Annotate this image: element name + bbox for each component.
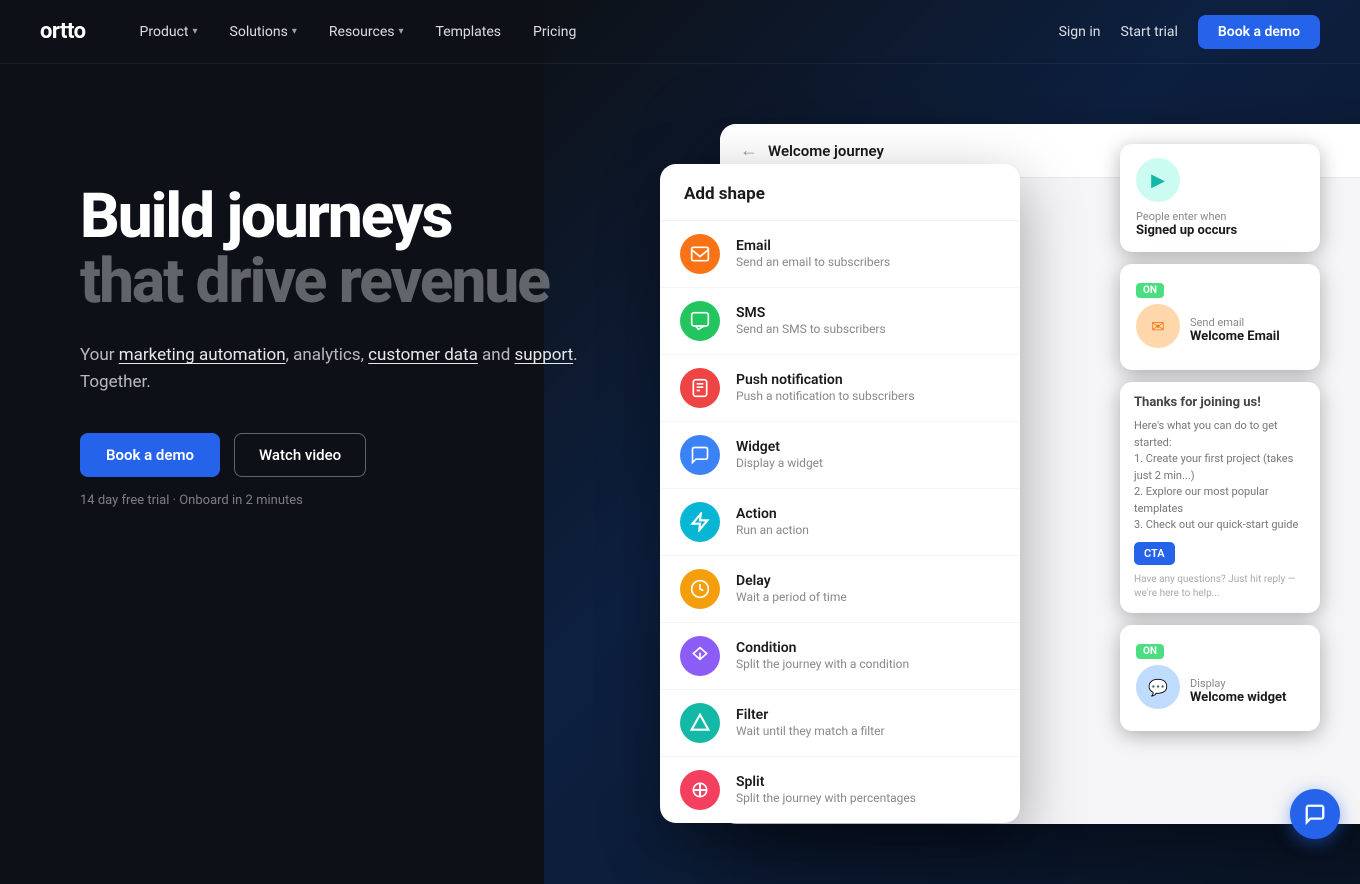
trigger-label: People enter when (1136, 210, 1304, 223)
shape-item-split[interactable]: Split Split the journey with percentages (660, 757, 1020, 823)
add-shape-panel: Add shape Email Send an email to subscri… (660, 164, 1020, 823)
email-preview-cta: CTA (1134, 542, 1175, 565)
shape-text-push: Push notification Push a notification to… (736, 372, 915, 404)
hero-ctas: Book a demo Watch video (80, 433, 620, 477)
filter-shape-icon (680, 703, 720, 743)
main-content: Build journeys that drive revenue Your m… (0, 64, 1360, 884)
shape-item-filter[interactable]: Filter Wait until they match a filter (660, 690, 1020, 757)
delay-shape-icon (680, 569, 720, 609)
customer-data-link[interactable]: customer data (368, 345, 478, 365)
start-trial-button[interactable]: Start trial (1120, 24, 1177, 40)
shape-text-sms: SMS Send an SMS to subscribers (736, 305, 886, 337)
support-link[interactable]: support (515, 345, 574, 365)
email-preview-body: Here's what you can do to get started: 1… (1134, 418, 1306, 534)
display-widget-label: Display (1190, 677, 1286, 690)
email-shape-icon (680, 234, 720, 274)
chat-bubble[interactable] (1290, 789, 1340, 839)
nav-pricing[interactable]: Pricing (519, 18, 590, 46)
journey-cards: ▶ People enter when Signed up occurs ON … (1120, 144, 1320, 731)
action-shape-icon (680, 502, 720, 542)
sms-shape-icon (680, 301, 720, 341)
hero-title-light: that drive revenue (80, 249, 620, 314)
marketing-automation-link[interactable]: marketing automation (119, 345, 286, 365)
on-badge-2: ON (1136, 644, 1164, 659)
shape-item-sms[interactable]: SMS Send an SMS to subscribers (660, 288, 1020, 355)
send-email-card: ON ✉ Send email Welcome Email (1120, 264, 1320, 370)
shape-item-delay[interactable]: Delay Wait a period of time (660, 556, 1020, 623)
nav-solutions[interactable]: Solutions ▾ (216, 18, 311, 46)
logo: ortto (40, 19, 86, 44)
add-shape-header: Add shape (660, 164, 1020, 221)
shape-text-filter: Filter Wait until they match a filter (736, 707, 885, 739)
shape-item-push[interactable]: Push notification Push a notification to… (660, 355, 1020, 422)
hero-title-bold: Build journeys (80, 184, 620, 249)
shape-text-email: Email Send an email to subscribers (736, 238, 890, 270)
nav-product[interactable]: Product ▾ (126, 18, 212, 46)
hero-section: Build journeys that drive revenue Your m… (80, 144, 620, 508)
shape-item-action[interactable]: Action Run an action (660, 489, 1020, 556)
send-email-value: Welcome Email (1190, 329, 1280, 344)
hero-badge: 14 day free trial · Onboard in 2 minutes (80, 493, 620, 508)
email-preview-footer: Have any questions? Just hit reply — we'… (1134, 573, 1306, 601)
on-badge: ON (1136, 283, 1164, 298)
nav-resources[interactable]: Resources ▾ (315, 18, 418, 46)
shape-text-action: Action Run an action (736, 506, 809, 538)
ui-preview: ← Welcome journey ▶ People enter when Si… (660, 124, 1320, 884)
email-preview-card: Thanks for joining us! Here's what you c… (1120, 382, 1320, 613)
book-demo-nav-button[interactable]: Book a demo (1198, 15, 1320, 49)
chevron-down-icon: ▾ (192, 26, 197, 37)
display-widget-card: ON 💬 Display Welcome widget (1120, 625, 1320, 731)
watch-video-button[interactable]: Watch video (234, 433, 366, 477)
send-email-label: Send email (1190, 316, 1280, 329)
nav-right: Sign in Start trial Book a demo (1059, 15, 1320, 49)
display-widget-value: Welcome widget (1190, 690, 1286, 705)
widget-icon: 💬 (1136, 665, 1180, 709)
hero-subtitle: Your marketing automation, analytics, cu… (80, 342, 620, 396)
shape-text-delay: Delay Wait a period of time (736, 573, 847, 605)
email-preview-title: Thanks for joining us! (1134, 394, 1306, 412)
signin-button[interactable]: Sign in (1059, 24, 1101, 40)
nav-links: Product ▾ Solutions ▾ Resources ▾ Templa… (126, 18, 1059, 46)
trigger-icon: ▶ (1136, 158, 1180, 202)
shape-item-email[interactable]: Email Send an email to subscribers (660, 221, 1020, 288)
nav-templates[interactable]: Templates (422, 18, 516, 46)
trigger-value: Signed up occurs (1136, 223, 1304, 238)
shape-text-condition: Condition Split the journey with a condi… (736, 640, 909, 672)
shape-text-split: Split Split the journey with percentages (736, 774, 916, 806)
entry-trigger-card: ▶ People enter when Signed up occurs (1120, 144, 1320, 252)
navbar: ortto Product ▾ Solutions ▾ Resources ▾ … (0, 0, 1360, 64)
widget-shape-icon (680, 435, 720, 475)
shape-item-condition[interactable]: Condition Split the journey with a condi… (660, 623, 1020, 690)
shape-item-widget[interactable]: Widget Display a widget (660, 422, 1020, 489)
condition-shape-icon (680, 636, 720, 676)
back-icon[interactable]: ← (740, 140, 758, 161)
push-shape-icon (680, 368, 720, 408)
wj-title: Welcome journey (768, 142, 884, 160)
split-shape-icon (680, 770, 720, 810)
shape-text-widget: Widget Display a widget (736, 439, 823, 471)
chevron-down-icon: ▾ (398, 26, 403, 37)
email-icon: ✉ (1136, 304, 1180, 348)
book-demo-button[interactable]: Book a demo (80, 433, 220, 477)
chevron-down-icon: ▾ (292, 26, 297, 37)
